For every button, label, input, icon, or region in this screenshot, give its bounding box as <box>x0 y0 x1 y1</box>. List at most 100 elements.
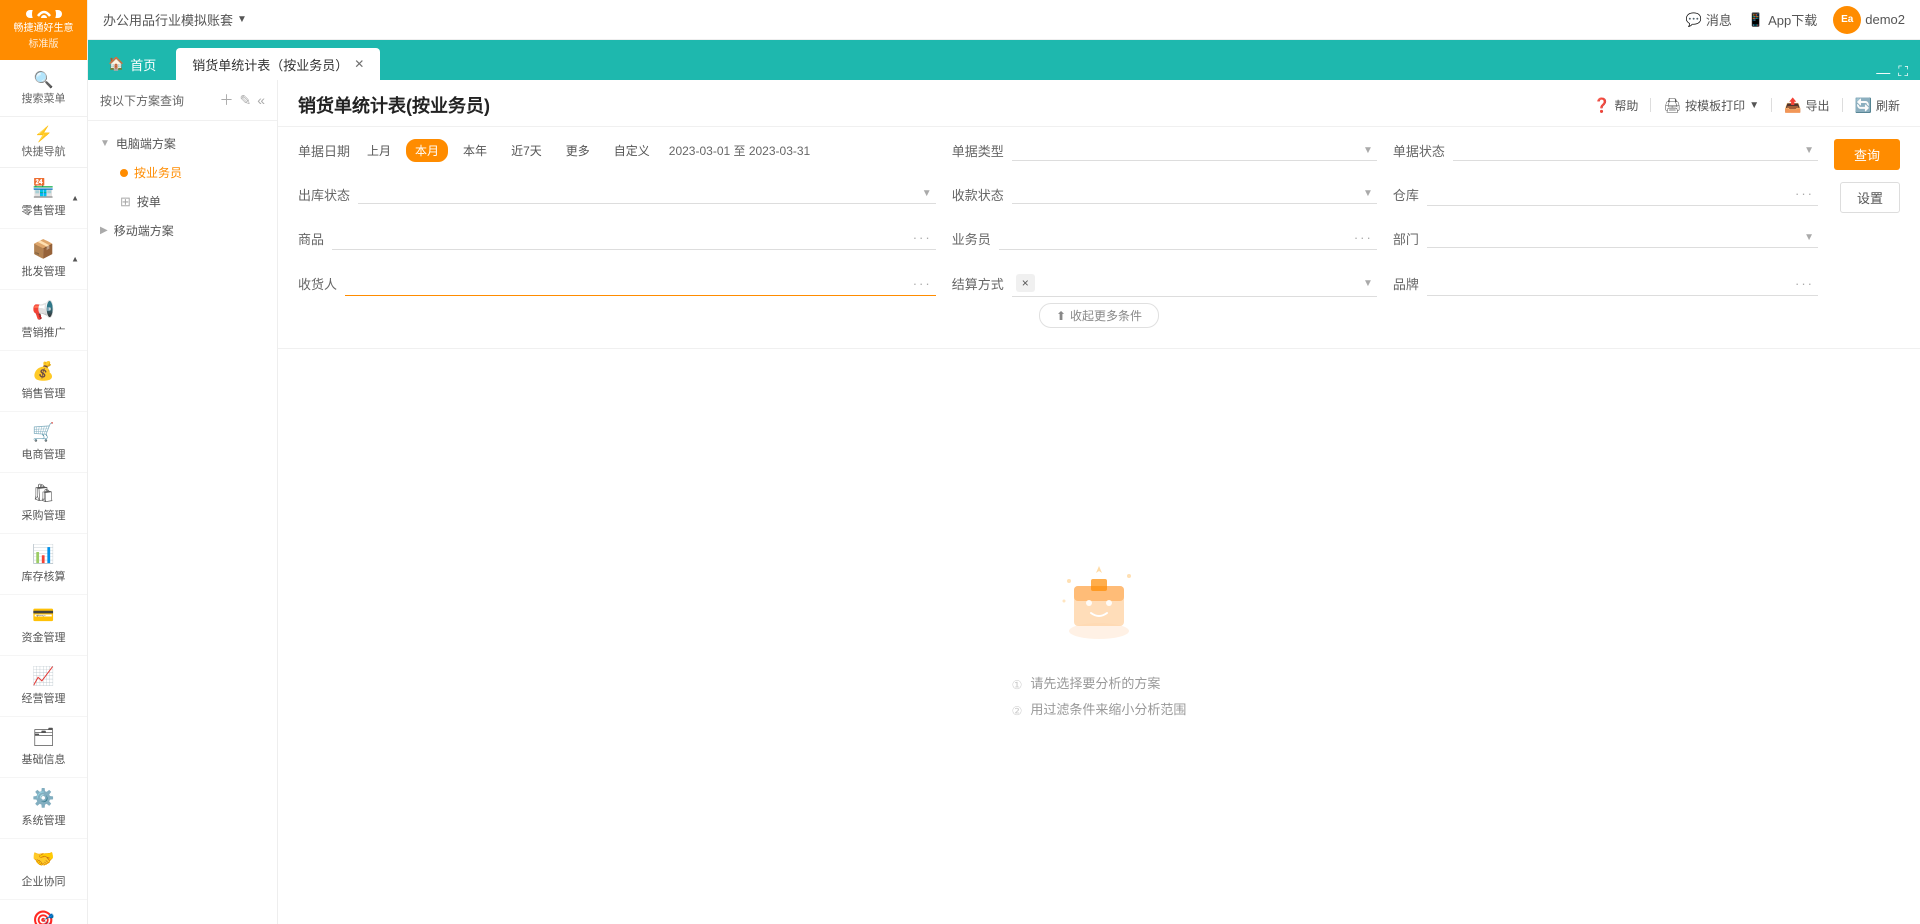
enterprise-icon: 🤝 <box>32 849 54 870</box>
left-panel: 按以下方案查询 ＋ ✎ « ▼ 电脑端方案 按业务员 <box>88 80 278 924</box>
purchase-icon: 🛍 <box>32 483 55 504</box>
operations-icon: 📈 <box>32 666 54 687</box>
paymentstatus-select[interactable]: ▼ <box>1012 184 1377 204</box>
tab-close-icon[interactable]: ✕ <box>354 57 364 71</box>
warehouse-select[interactable]: ··· <box>1427 182 1818 206</box>
query-button[interactable]: 查询 <box>1834 139 1900 170</box>
tree-item-by-order-label: 按单 <box>137 193 161 210</box>
print-btn[interactable]: 🖨 按模板打印 ▼ <box>1663 97 1759 114</box>
docstatus-select[interactable]: ▼ <box>1453 141 1818 161</box>
product-more-icon: ··· <box>913 230 932 245</box>
print-icon: 🖨 <box>1663 97 1681 114</box>
right-panel: 销货单统计表(按业务员) ❓ 帮助 🖨 按模板打印 ▼ 📤 <box>278 80 1920 924</box>
sidebar-item-enterprise[interactable]: 🤝 企业协同 <box>0 839 87 900</box>
tree-group-desktop-label[interactable]: ▼ 电脑端方案 <box>88 129 277 158</box>
doctype-chevron-icon: ▼ <box>1363 145 1373 156</box>
message-label: 消息 <box>1706 10 1732 29</box>
left-panel-header: 按以下方案查询 ＋ ✎ « <box>88 80 277 121</box>
hint1-text: 请先选择要分析的方案 <box>1030 671 1160 697</box>
sidebar-item-shortcut[interactable]: ⚡ 快捷导航 <box>0 117 87 168</box>
sidebar-finance-label: 资金管理 <box>22 629 66 645</box>
sidebar-operations-label: 经营管理 <box>22 690 66 706</box>
paymentmethod-select[interactable]: × ▼ <box>1012 270 1377 297</box>
sidebar-item-wholesale[interactable]: 📦 批发管理 <box>0 229 87 290</box>
sidebar-item-system[interactable]: ⚙️ 系统管理 <box>0 778 87 839</box>
tab-sales-report-label: 销货单统计表（按业务员） <box>192 55 348 74</box>
tab-minimize-icon[interactable]: — <box>1876 64 1890 80</box>
department-chevron-icon: ▼ <box>1804 232 1814 243</box>
date-btn-custom[interactable]: 自定义 <box>605 139 659 162</box>
dropdown-arrow-icon: ▼ <box>237 14 247 25</box>
receiver-label: 收货人 <box>298 274 337 293</box>
docstatus-chevron-icon: ▼ <box>1804 145 1814 156</box>
mobile-icon: 📱 <box>1748 12 1764 28</box>
product-select[interactable]: ··· <box>332 226 936 250</box>
topbar-right: 💬 消息 📱 App下载 Ea demo2 <box>1686 6 1905 34</box>
sidebar-item-ecom[interactable]: 🛒 电商管理 <box>0 412 87 473</box>
date-btn-more[interactable]: 更多 <box>557 139 599 162</box>
sidebar-wholesale-label: 批发管理 <box>22 263 66 279</box>
sidebar-item-marketing[interactable]: 📢 营销推广 <box>0 290 87 351</box>
sidebar-item-operations[interactable]: 📈 经营管理 <box>0 656 87 717</box>
filter-row-1: 单据日期 上月 本月 本年 近7天 更多 自定义 2023-03-01 至 20… <box>298 139 1818 162</box>
filter-field-department: 部门 ▼ <box>1393 228 1818 248</box>
collapse-conditions-btn[interactable]: ⬆ 收起更多条件 <box>1039 303 1159 328</box>
filter-area: 单据日期 上月 本月 本年 近7天 更多 自定义 2023-03-01 至 20… <box>278 127 1920 349</box>
sidebar-item-inventory[interactable]: 📊 库存核算 <box>0 534 87 595</box>
brand-select[interactable]: ··· <box>1427 272 1818 296</box>
date-btn-last-month[interactable]: 上月 <box>358 139 400 162</box>
tab-home[interactable]: 🏠 首页 <box>92 48 172 80</box>
receiver-input[interactable]: ··· <box>345 272 936 296</box>
export-label: 导出 <box>1806 97 1830 114</box>
department-select[interactable]: ▼ <box>1427 228 1818 248</box>
tree-item-by-salesperson[interactable]: 按业务员 <box>88 158 277 187</box>
tree-group-mobile-label[interactable]: ▶ 移动端方案 <box>88 216 277 245</box>
ecom-icon: 🛒 <box>32 422 54 443</box>
paymentmethod-tag-remove[interactable]: × <box>1022 276 1029 290</box>
content-area: 按以下方案查询 ＋ ✎ « ▼ 电脑端方案 按业务员 <box>88 80 1920 924</box>
salesperson-select[interactable]: ··· <box>999 226 1377 250</box>
tree-group-desktop: ▼ 电脑端方案 按业务员 ⊞ 按单 <box>88 129 277 216</box>
filter-field-receiver: 收货人 ··· <box>298 272 936 296</box>
doctype-select[interactable]: ▼ <box>1012 141 1377 161</box>
add-scheme-btn[interactable]: ＋ <box>219 90 233 110</box>
sidebar-search-label: 搜索菜单 <box>22 90 66 106</box>
warehouse-label: 仓库 <box>1393 185 1419 204</box>
sidebar-retail-label: 零售管理 <box>22 202 66 218</box>
divider-3 <box>1842 98 1843 112</box>
sales-icon: 💰 <box>32 361 54 382</box>
date-btn-this-year[interactable]: 本年 <box>454 139 496 162</box>
tree-item-by-order[interactable]: ⊞ 按单 <box>88 187 277 216</box>
help-btn[interactable]: ❓ 帮助 <box>1593 97 1638 114</box>
user-name: demo2 <box>1865 12 1905 27</box>
outstatus-select[interactable]: ▼ <box>358 184 936 204</box>
sidebar-item-retail[interactable]: 🏪 零售管理 <box>0 168 87 229</box>
sidebar-item-newbie[interactable]: 🎯 新手引导 <box>0 900 87 924</box>
filter-field-brand: 品牌 ··· <box>1393 272 1818 296</box>
message-btn[interactable]: 💬 消息 <box>1686 10 1732 29</box>
date-btn-this-month[interactable]: 本月 <box>406 139 448 162</box>
sidebar-item-basics[interactable]: 🗂 基础信息 <box>0 717 87 778</box>
scheme-tree: ▼ 电脑端方案 按业务员 ⊞ 按单 ▶ 移动端方案 <box>88 121 277 253</box>
tab-maximize-icon[interactable]: ⛶ <box>1898 63 1908 80</box>
app-download-btn[interactable]: 📱 App下载 <box>1748 10 1817 29</box>
collapse-label: 收起更多条件 <box>1070 307 1142 324</box>
hint2-num: ② <box>1012 699 1023 723</box>
edit-scheme-btn[interactable]: ✎ <box>239 92 251 109</box>
sidebar-item-finance[interactable]: 💳 资金管理 <box>0 595 87 656</box>
tab-sales-report[interactable]: 销货单统计表（按业务员） ✕ <box>176 48 380 80</box>
collapse-panel-btn[interactable]: « <box>257 92 265 108</box>
refresh-btn[interactable]: 🔄 刷新 <box>1855 97 1900 114</box>
print-dropdown-icon[interactable]: ▼ <box>1749 100 1759 111</box>
home-icon: 🏠 <box>108 56 124 72</box>
date-btn-7days[interactable]: 近7天 <box>502 139 551 162</box>
industry-selector[interactable]: 办公用品行业模拟账套 ▼ <box>103 10 247 29</box>
date-label: 单据日期 <box>298 141 350 160</box>
finance-icon: 💳 <box>32 605 54 626</box>
export-btn[interactable]: 📤 导出 <box>1784 97 1829 114</box>
sidebar-item-sales[interactable]: 💰 销售管理 <box>0 351 87 412</box>
sidebar-item-purchase[interactable]: 🛍 采购管理 <box>0 473 87 534</box>
user-profile[interactable]: Ea demo2 <box>1833 6 1905 34</box>
settings-button[interactable]: 设置 <box>1840 182 1900 213</box>
sidebar-item-search[interactable]: 🔍 搜索菜单 <box>0 60 87 117</box>
